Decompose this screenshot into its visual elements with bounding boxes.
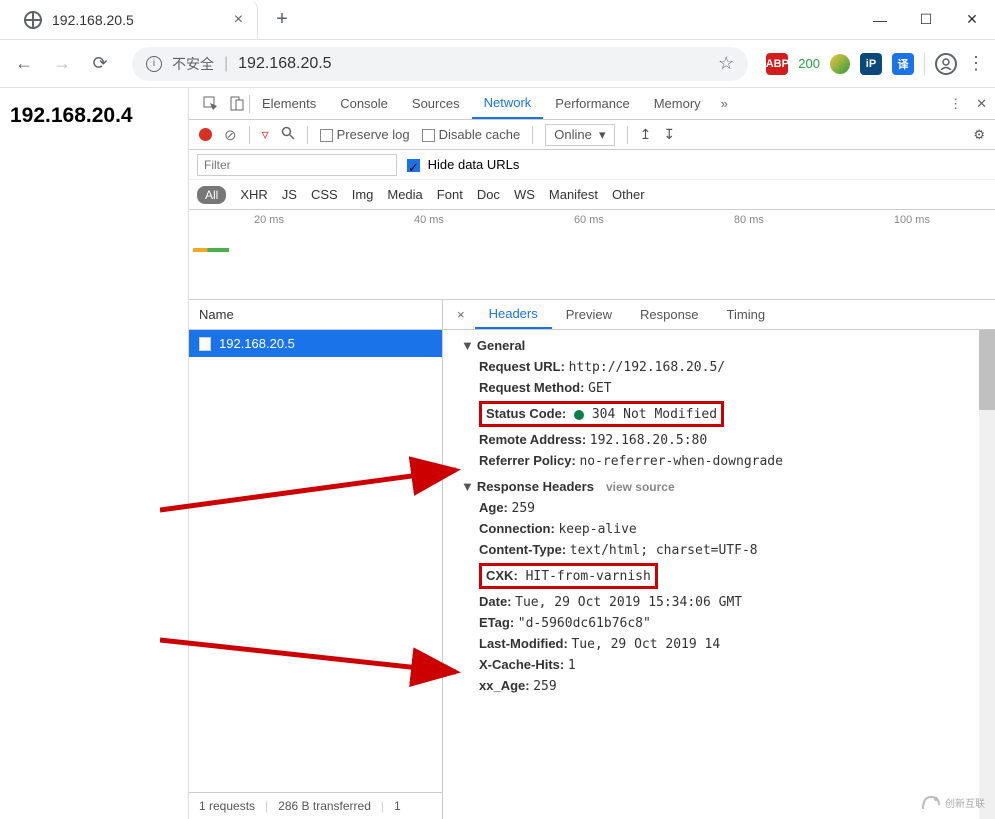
filter-other[interactable]: Other xyxy=(612,187,645,202)
tab-console[interactable]: Console xyxy=(328,88,400,119)
more-tabs-icon[interactable]: » xyxy=(721,96,728,111)
tab-headers[interactable]: Headers xyxy=(475,300,552,329)
filter-media[interactable]: Media xyxy=(387,187,422,202)
settings-icon[interactable]: ⚙ xyxy=(973,127,985,143)
download-icon[interactable]: ↧ xyxy=(663,126,675,143)
upload-icon[interactable]: ↥ xyxy=(640,126,652,143)
page-body: 192.168.20.4 xyxy=(0,88,188,819)
filter-doc[interactable]: Doc xyxy=(477,187,500,202)
detail-scrollbar[interactable] xyxy=(979,330,995,819)
detail-tabs: × Headers Preview Response Timing xyxy=(443,300,995,330)
url-text: 192.168.20.5 xyxy=(238,55,331,73)
filter-manifest[interactable]: Manifest xyxy=(549,187,598,202)
minimize-button[interactable]: — xyxy=(857,0,903,40)
cxk-highlight: CXK: HIT-from-varnish xyxy=(479,563,658,589)
adblock-icon[interactable]: ABP xyxy=(766,53,788,75)
close-detail-icon[interactable]: × xyxy=(447,307,475,322)
translate-icon[interactable]: 译 xyxy=(892,53,914,75)
name-column-header[interactable]: Name xyxy=(189,300,442,330)
request-row[interactable]: 192.168.20.5 xyxy=(189,330,442,357)
ext-counter: 200 xyxy=(798,56,820,71)
status-dot-icon xyxy=(574,410,584,420)
devtools-close-icon[interactable]: ✕ xyxy=(976,96,987,112)
network-footer: 1 requests | 286 B transferred | 1 xyxy=(189,792,442,819)
browser-tab[interactable]: 192.168.20.5 × xyxy=(10,1,258,39)
device-toggle-icon[interactable] xyxy=(223,96,249,111)
content-area: 192.168.20.4 Elements Console Sources Ne… xyxy=(0,88,995,819)
network-body: Name 192.168.20.5 1 requests | 286 B tra… xyxy=(189,300,995,819)
address-bar[interactable]: i 不安全 | 192.168.20.5 ☆ xyxy=(132,47,748,81)
preserve-log-checkbox[interactable]: Preserve log xyxy=(320,127,410,142)
back-button[interactable]: ← xyxy=(10,50,38,78)
search-icon[interactable] xyxy=(281,126,295,143)
network-toolbar: ⊘ ▿ Preserve log Disable cache Online ▾ … xyxy=(189,120,995,150)
disable-cache-checkbox[interactable]: Disable cache xyxy=(422,127,521,142)
throttling-select[interactable]: Online ▾ xyxy=(545,124,614,146)
forward-button[interactable]: → xyxy=(48,50,76,78)
type-filter-row: All XHR JS CSS Img Media Font Doc WS Man… xyxy=(189,180,995,210)
general-section[interactable]: ▼General xyxy=(461,338,977,353)
tab-memory[interactable]: Memory xyxy=(642,88,713,119)
filter-toggle-icon[interactable]: ▿ xyxy=(262,126,269,143)
filter-font[interactable]: Font xyxy=(437,187,463,202)
profile-button[interactable] xyxy=(935,53,957,75)
filter-img[interactable]: Img xyxy=(352,187,374,202)
devtools-panel: Elements Console Sources Network Perform… xyxy=(188,88,995,819)
tab-sources[interactable]: Sources xyxy=(400,88,472,119)
globe-icon xyxy=(24,11,42,29)
tab-elements[interactable]: Elements xyxy=(250,88,328,119)
new-tab-button[interactable]: + xyxy=(276,8,288,31)
window-controls: — ☐ ✕ xyxy=(857,0,995,40)
timeline-bar xyxy=(193,248,229,252)
close-window-button[interactable]: ✕ xyxy=(949,0,995,40)
request-name: 192.168.20.5 xyxy=(219,336,295,351)
response-headers-section[interactable]: ▼Response Headersview source xyxy=(461,479,977,494)
document-icon xyxy=(199,337,211,351)
site-info-icon[interactable]: i xyxy=(146,56,162,72)
filter-js[interactable]: JS xyxy=(282,187,297,202)
hide-data-urls-checkbox[interactable]: ✓ Hide data URLs xyxy=(407,157,519,172)
devtools-menu-icon[interactable]: ⋮ xyxy=(949,96,962,112)
toolbar-separator xyxy=(924,52,925,76)
clear-button[interactable]: ⊘ xyxy=(224,126,237,144)
url-separator: | xyxy=(224,55,228,73)
ip-extension-icon[interactable]: iP xyxy=(860,53,882,75)
maximize-button[interactable]: ☐ xyxy=(903,0,949,40)
menu-button[interactable]: ⋮ xyxy=(967,53,985,74)
bookmark-icon[interactable]: ☆ xyxy=(718,53,734,74)
request-list: Name 192.168.20.5 1 requests | 286 B tra… xyxy=(189,300,443,819)
tab-timing[interactable]: Timing xyxy=(713,300,780,329)
filter-xhr[interactable]: XHR xyxy=(240,187,267,202)
browser-toolbar: ← → ⟳ i 不安全 | 192.168.20.5 ☆ ABP 200 iP … xyxy=(0,40,995,88)
page-text: 192.168.20.4 xyxy=(10,104,133,127)
window-titlebar: 192.168.20.5 × + — ☐ ✕ xyxy=(0,0,995,40)
filter-all[interactable]: All xyxy=(197,186,226,204)
network-timeline[interactable]: 20 ms 40 ms 60 ms 80 ms 100 ms xyxy=(189,210,995,300)
devtools-tabs: Elements Console Sources Network Perform… xyxy=(189,88,995,120)
filter-input[interactable] xyxy=(197,154,397,176)
tab-performance[interactable]: Performance xyxy=(543,88,641,119)
request-detail: × Headers Preview Response Timing ▼Gener… xyxy=(443,300,995,819)
filter-row: ✓ Hide data URLs xyxy=(189,150,995,180)
headers-body: ▼General Request URL: http://192.168.20.… xyxy=(443,330,995,819)
extension-icon[interactable] xyxy=(830,54,850,74)
tab-preview[interactable]: Preview xyxy=(552,300,626,329)
reload-button[interactable]: ⟳ xyxy=(86,50,114,78)
status-code-highlight: Status Code: 304 Not Modified xyxy=(479,401,724,427)
close-tab-icon[interactable]: × xyxy=(234,11,243,29)
inspect-icon[interactable] xyxy=(197,96,223,111)
tab-network[interactable]: Network xyxy=(472,88,544,119)
filter-ws[interactable]: WS xyxy=(514,187,535,202)
insecure-label: 不安全 xyxy=(172,54,214,74)
watermark: 创新互联 xyxy=(921,793,985,811)
record-button[interactable] xyxy=(199,128,212,141)
filter-css[interactable]: CSS xyxy=(311,187,338,202)
tab-response[interactable]: Response xyxy=(626,300,713,329)
tab-title: 192.168.20.5 xyxy=(52,12,134,28)
